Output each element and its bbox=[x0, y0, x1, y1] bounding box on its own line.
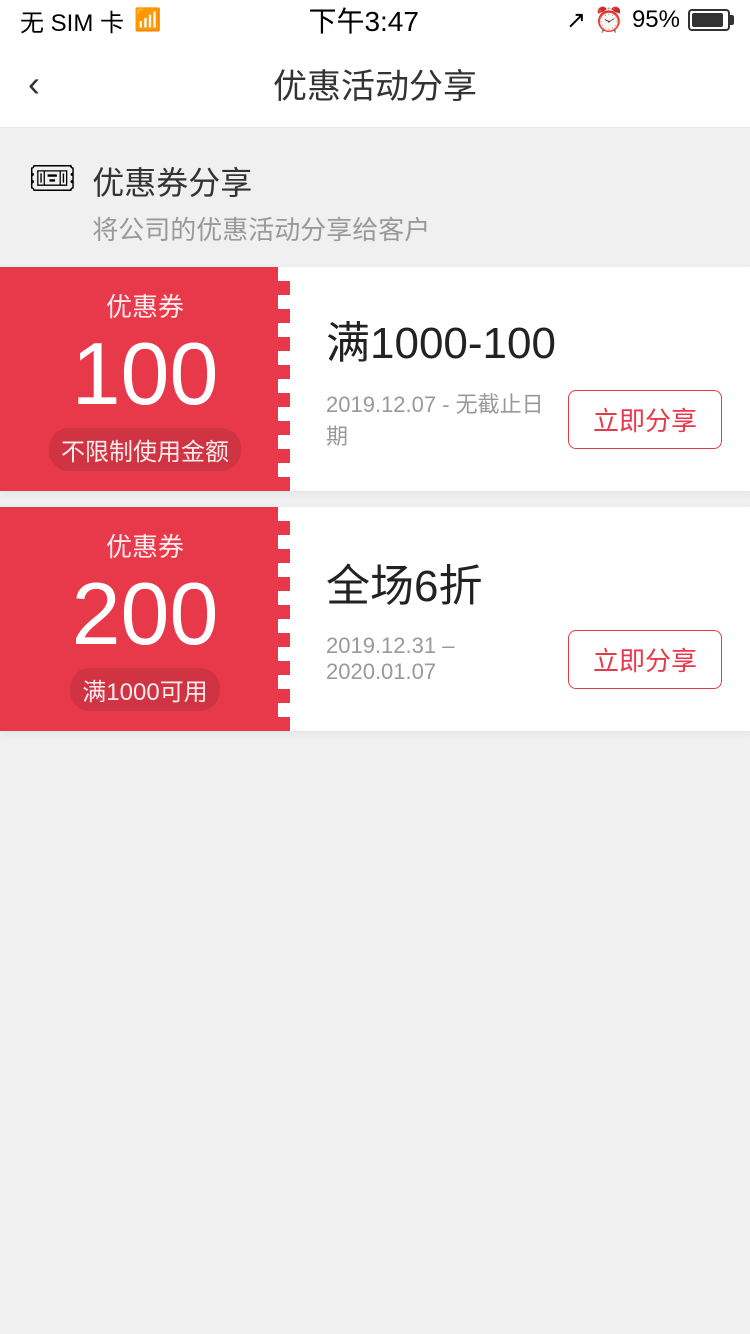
coupon-right-2: 全场6折 2019.12.31 – 2020.01.07 立即分享 bbox=[298, 507, 750, 731]
coupon-title-1: 满1000-100 bbox=[326, 307, 722, 371]
section-text: 优惠券分享 将公司的优惠活动分享给客户 bbox=[92, 158, 430, 247]
empty-area bbox=[0, 777, 750, 1327]
coupon-left-1: 优惠券 100 不限制使用金额 bbox=[0, 267, 290, 491]
coupon-condition-1: 不限制使用金额 bbox=[49, 428, 241, 471]
coupon-label-1: 优惠券 bbox=[106, 287, 184, 324]
carrier-label: 无 SIM 卡 bbox=[20, 3, 124, 38]
share-button-1[interactable]: 立即分享 bbox=[568, 390, 722, 449]
status-right: ↗ ⏰ 95% bbox=[566, 6, 730, 35]
status-left: 无 SIM 卡 📶 bbox=[20, 3, 161, 38]
coupon-date-2: 2019.12.31 – 2020.01.07 bbox=[326, 633, 556, 685]
battery-label: 95% bbox=[632, 6, 680, 34]
coupon-card-2: 优惠券 200 满1000可用 全场6折 2019.12.31 – 2020.0… bbox=[0, 507, 750, 731]
section-header: 🎟 优惠券分享 将公司的优惠活动分享给客户 bbox=[0, 128, 750, 267]
coupon-amount-2: 200 bbox=[72, 570, 219, 658]
coupon-meta-2: 2019.12.31 – 2020.01.07 立即分享 bbox=[326, 630, 722, 689]
section-subtitle: 将公司的优惠活动分享给客户 bbox=[92, 210, 430, 247]
coupon-amount-1: 100 bbox=[72, 330, 219, 418]
nav-bar: ‹ 优惠活动分享 bbox=[0, 40, 750, 128]
coupon-share-icon: 🎟 bbox=[28, 160, 76, 198]
coupon-date-1: 2019.12.07 - 无截止日期 bbox=[326, 387, 556, 451]
coupon-meta-1: 2019.12.07 - 无截止日期 立即分享 bbox=[326, 387, 722, 451]
back-button[interactable]: ‹ bbox=[28, 63, 40, 105]
coupon-left-2: 优惠券 200 满1000可用 bbox=[0, 507, 290, 731]
coupon-title-2: 全场6折 bbox=[326, 550, 722, 614]
coupon-card-1: 优惠券 100 不限制使用金额 满1000-100 2019.12.07 - 无… bbox=[0, 267, 750, 491]
alarm-icon: ⏰ bbox=[594, 6, 624, 35]
wifi-icon: 📶 bbox=[134, 7, 161, 33]
status-time: 下午3:47 bbox=[308, 0, 419, 40]
coupon-list: 优惠券 100 不限制使用金额 满1000-100 2019.12.07 - 无… bbox=[0, 267, 750, 777]
coupon-right-1: 满1000-100 2019.12.07 - 无截止日期 立即分享 bbox=[298, 267, 750, 491]
status-bar: 无 SIM 卡 📶 下午3:47 ↗ ⏰ 95% bbox=[0, 0, 750, 40]
coupon-condition-2: 满1000可用 bbox=[70, 668, 219, 711]
location-icon: ↗ bbox=[566, 6, 586, 35]
coupon-label-2: 优惠券 bbox=[106, 527, 184, 564]
section-title: 优惠券分享 bbox=[92, 158, 430, 204]
nav-title: 优惠活动分享 bbox=[273, 59, 477, 108]
battery-indicator bbox=[688, 9, 730, 31]
share-button-2[interactable]: 立即分享 bbox=[568, 630, 722, 689]
